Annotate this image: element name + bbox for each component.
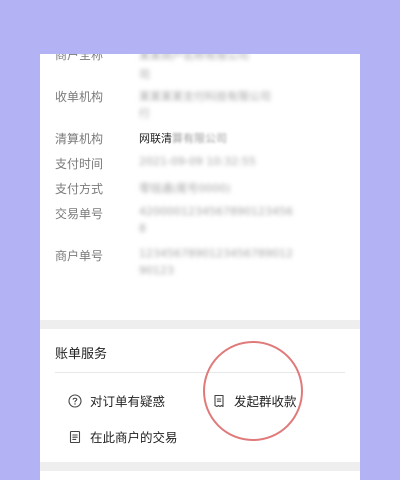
merchant-order-value[interactable]: 1234567890123456789012 bbox=[139, 247, 339, 260]
merchant-name-value: 某某商户名称有限公司 bbox=[139, 54, 249, 62]
merchant-order-label: 商户单号 bbox=[55, 249, 104, 263]
transaction-no-value-line2: 8 bbox=[139, 222, 146, 235]
clearing-org-value: 网联清算有限公司 bbox=[139, 130, 227, 146]
acquirer-value: 某某某某支付科技有限公司 bbox=[139, 90, 271, 103]
list-document-icon bbox=[68, 430, 82, 444]
question-circle-icon bbox=[68, 393, 82, 408]
clearing-org-value-clear: 网联清 bbox=[139, 132, 172, 145]
clearing-org-label: 清算机构 bbox=[55, 132, 104, 146]
pay-method-label: 支付方式 bbox=[55, 182, 104, 196]
transaction-no-label: 交易单号 bbox=[55, 207, 104, 221]
pay-method-value: 零钱通(尾号0000) bbox=[139, 182, 231, 195]
acquirer-value-line2: 行 bbox=[139, 107, 150, 120]
merchant-name-value-line2: 司 bbox=[139, 68, 150, 81]
acquirer-label: 收单机构 bbox=[55, 90, 104, 104]
annotation-circle bbox=[203, 341, 303, 441]
bill-detail-card: 商户全称 某某商户名称有限公司 司 收单机构 某某某某支付科技有限公司 行 清算… bbox=[40, 54, 360, 480]
order-question-label: 对订单有疑惑 bbox=[90, 394, 166, 409]
transaction-no-value[interactable]: 4200001234567890123456 bbox=[139, 205, 339, 218]
merchant-order-value-line2: 90123 bbox=[139, 264, 174, 277]
order-question-button[interactable]: 对订单有疑惑 bbox=[68, 391, 165, 410]
bill-services-title: 账单服务 bbox=[55, 347, 108, 362]
merchant-transactions-label: 在此商户的交易 bbox=[90, 430, 178, 445]
clearing-org-value-blur: 算有限公司 bbox=[172, 132, 227, 145]
section-divider bbox=[55, 372, 345, 373]
merchant-name-label: 商户全称 bbox=[55, 54, 104, 62]
pay-time-value: 2021-09-09 10:32:55 bbox=[139, 155, 256, 168]
pay-time-label: 支付时间 bbox=[55, 157, 104, 171]
merchant-transactions-button[interactable]: 在此商户的交易 bbox=[68, 427, 178, 446]
section-separator bbox=[40, 320, 360, 329]
bottom-separator bbox=[40, 462, 360, 471]
